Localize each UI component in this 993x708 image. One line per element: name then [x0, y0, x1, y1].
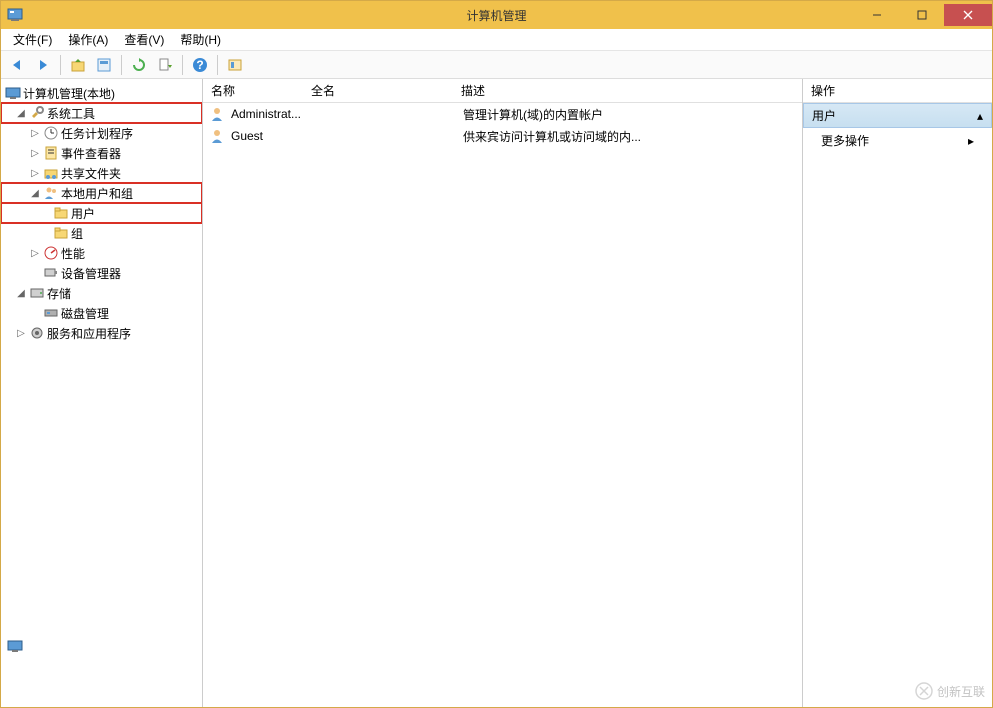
event-icon [43, 145, 59, 161]
menu-file[interactable]: 文件(F) [5, 29, 60, 50]
window-title: 计算机管理 [466, 7, 526, 24]
actions-pane: 操作 用户 ▴ 更多操作 ▸ [803, 79, 992, 707]
cell-desc: 管理计算机(域)的内置帐户 [461, 106, 802, 123]
cell-name: Guest [229, 129, 311, 143]
maximize-button[interactable] [899, 4, 944, 26]
close-button[interactable] [944, 4, 992, 26]
tree-performance[interactable]: ▷ 性能 [1, 243, 202, 263]
users-icon [43, 185, 59, 201]
expander-open-icon[interactable]: ◢ [15, 287, 27, 299]
col-desc[interactable]: 描述 [453, 82, 802, 99]
collapse-icon: ▴ [977, 109, 983, 123]
services-icon [29, 325, 45, 341]
help-button[interactable]: ? [188, 53, 212, 77]
svg-text:?: ? [196, 58, 203, 72]
back-button[interactable] [5, 53, 29, 77]
tree-disk-mgmt-label: 磁盘管理 [61, 305, 109, 322]
clock-icon [43, 125, 59, 141]
tree-task-scheduler[interactable]: ▷ 任务计划程序 [1, 123, 202, 143]
shared-icon [43, 165, 59, 181]
expander-closed-icon[interactable]: ▷ [29, 127, 41, 139]
tree-device-manager-label: 设备管理器 [61, 265, 121, 282]
chevron-right-icon: ▸ [968, 134, 974, 148]
view-button[interactable] [223, 53, 247, 77]
tree-root[interactable]: 计算机管理(本地) [1, 83, 202, 103]
forward-button[interactable] [31, 53, 55, 77]
app-icon [7, 7, 23, 23]
list-row[interactable]: Administrat... 管理计算机(域)的内置帐户 [203, 103, 802, 125]
toolbar: ? [1, 51, 992, 79]
tree-local-users-groups[interactable]: ◢ 本地用户和组 [1, 183, 202, 203]
menu-action[interactable]: 操作(A) [60, 29, 116, 50]
tree-storage[interactable]: ◢ 存储 [1, 283, 202, 303]
col-fullname[interactable]: 全名 [303, 82, 453, 99]
cell-name: Administrat... [229, 107, 311, 121]
tree-performance-label: 性能 [61, 245, 85, 262]
folder-icon [53, 225, 69, 241]
titlebar: 计算机管理 [1, 1, 992, 29]
tree-event-viewer[interactable]: ▷ 事件查看器 [1, 143, 202, 163]
tree-services-apps[interactable]: ▷ 服务和应用程序 [1, 323, 202, 343]
properties-button[interactable] [92, 53, 116, 77]
tree-groups-label: 组 [71, 225, 83, 242]
tree-task-scheduler-label: 任务计划程序 [61, 125, 133, 142]
cell-desc: 供来宾访问计算机或访问域的内... [461, 128, 802, 145]
tree-users-label: 用户 [71, 205, 95, 222]
tree-device-manager[interactable]: ▷ 设备管理器 [1, 263, 202, 283]
user-icon [209, 128, 225, 144]
list-pane: 名称 全名 描述 Administrat... 管理计算机(域)的内置帐户 Gu… [203, 79, 803, 707]
menubar: 文件(F) 操作(A) 查看(V) 帮助(H) [1, 29, 992, 51]
actions-group-label: 用户 [812, 107, 836, 124]
expander-closed-icon[interactable]: ▷ [29, 167, 41, 179]
expander-open-icon[interactable]: ◢ [29, 187, 41, 199]
tree-disk-management[interactable]: ▷ 磁盘管理 [1, 303, 202, 323]
export-button[interactable] [153, 53, 177, 77]
user-icon [209, 106, 225, 122]
tree-event-viewer-label: 事件查看器 [61, 145, 121, 162]
tree-system-tools[interactable]: ◢ 系统工具 [1, 103, 202, 123]
actions-more-label: 更多操作 [821, 132, 869, 149]
menu-view[interactable]: 查看(V) [116, 29, 172, 50]
menu-help[interactable]: 帮助(H) [172, 29, 229, 50]
actions-header: 操作 [803, 79, 992, 103]
folder-icon [53, 205, 69, 221]
watermark: 创新互联 [915, 682, 985, 700]
tree-storage-label: 存储 [47, 285, 71, 302]
expander-closed-icon[interactable]: ▷ [15, 327, 27, 339]
computer-icon-bottom [7, 638, 23, 657]
tree-groups[interactable]: 组 [1, 223, 202, 243]
actions-more[interactable]: 更多操作 ▸ [803, 128, 992, 153]
list-row[interactable]: Guest 供来宾访问计算机或访问域的内... [203, 125, 802, 147]
up-button[interactable] [66, 53, 90, 77]
expander-closed-icon[interactable]: ▷ [29, 147, 41, 159]
device-icon [43, 265, 59, 281]
list-header: 名称 全名 描述 [203, 79, 802, 103]
disk-icon [43, 305, 59, 321]
tree-shared-folders[interactable]: ▷ 共享文件夹 [1, 163, 202, 183]
actions-group-header[interactable]: 用户 ▴ [803, 103, 992, 128]
tree-users[interactable]: 用户 [1, 203, 202, 223]
tools-icon [29, 105, 45, 121]
expander-closed-icon[interactable]: ▷ [29, 247, 41, 259]
refresh-button[interactable] [127, 53, 151, 77]
col-name[interactable]: 名称 [203, 82, 303, 99]
tree-root-label: 计算机管理(本地) [23, 85, 115, 102]
computer-icon [5, 85, 21, 101]
tree-system-tools-label: 系统工具 [47, 105, 95, 122]
expander-open-icon[interactable]: ◢ [15, 107, 27, 119]
tree-pane: 计算机管理(本地) ◢ 系统工具 ▷ 任务计划程序 ▷ 事件查看器 ▷ 共享文件… [1, 79, 203, 707]
tree-services-apps-label: 服务和应用程序 [47, 325, 131, 342]
tree-shared-folders-label: 共享文件夹 [61, 165, 121, 182]
performance-icon [43, 245, 59, 261]
storage-icon [29, 285, 45, 301]
minimize-button[interactable] [854, 4, 899, 26]
tree-local-users-label: 本地用户和组 [61, 185, 133, 202]
